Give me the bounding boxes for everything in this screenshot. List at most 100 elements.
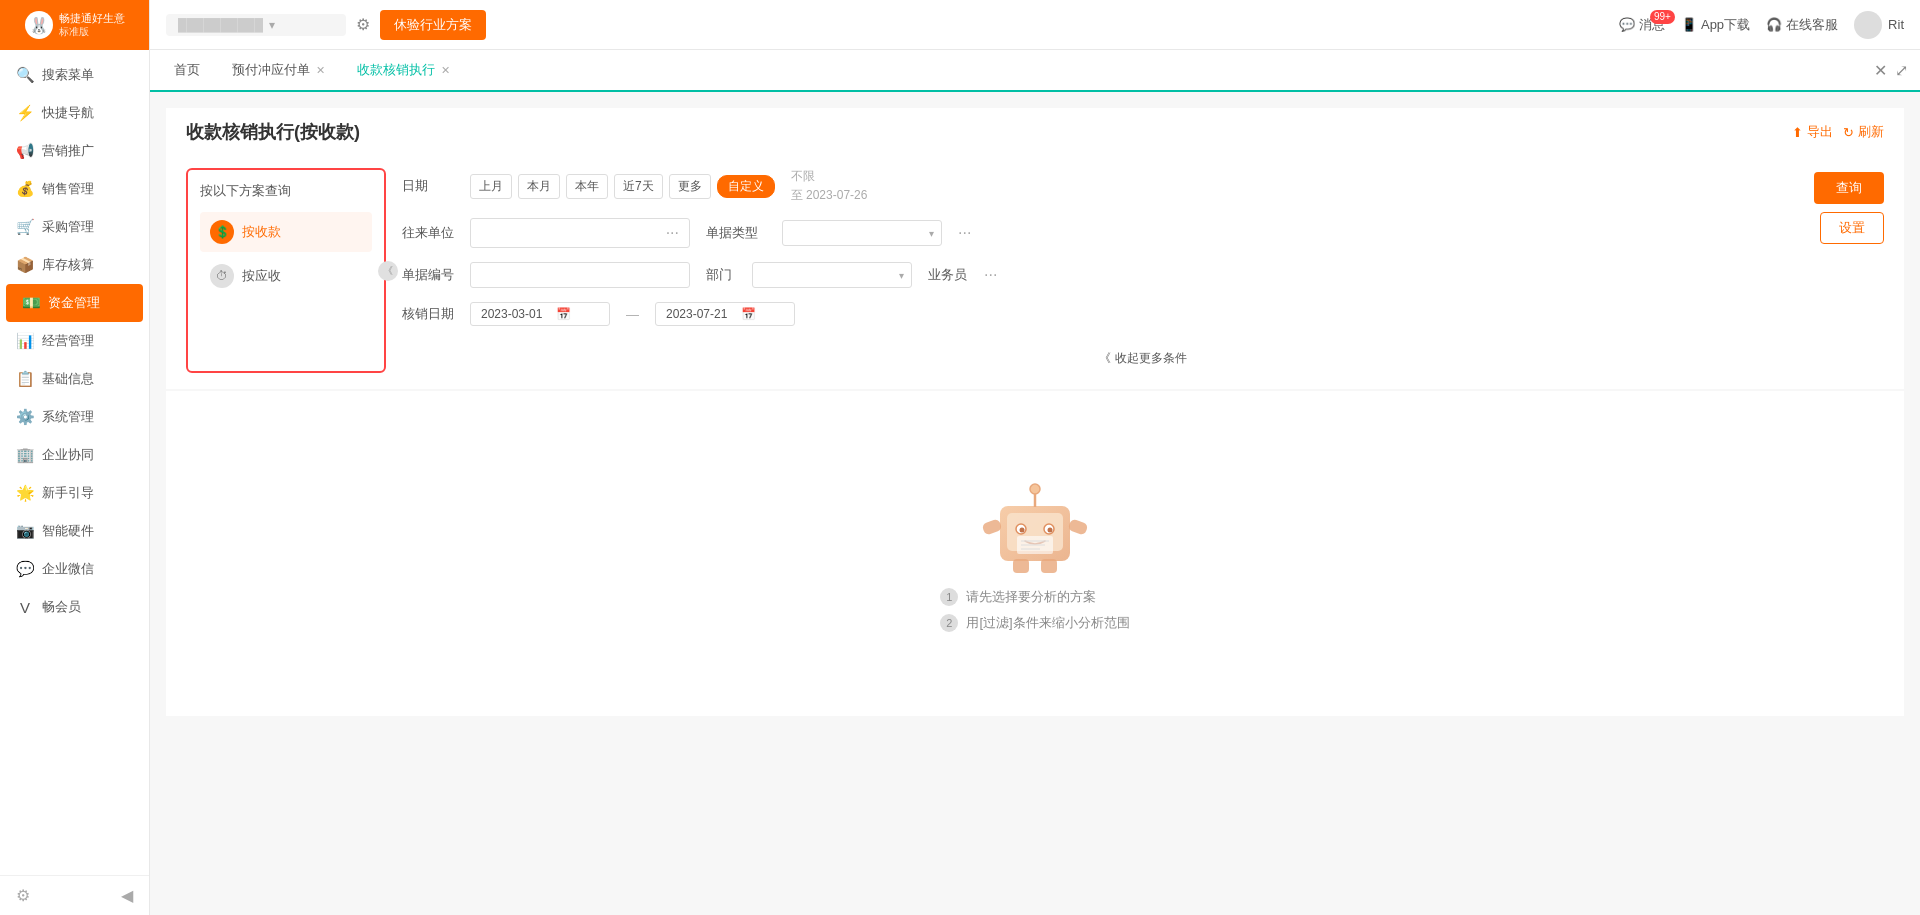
salesman-dots-btn[interactable]: ···: [984, 266, 997, 284]
tab-receipt-label: 收款核销执行: [357, 61, 435, 79]
tab-prepay-offset[interactable]: 预付冲应付单 ✕: [216, 50, 341, 92]
business-icon: 📊: [16, 332, 34, 350]
dept-select[interactable]: [752, 262, 912, 288]
receivable-scheme-icon: ⏱: [210, 264, 234, 288]
collapse-more-label: 收起更多条件: [1115, 350, 1187, 367]
filter-row-date: 日期 上月 本月 本年 近7天 更多 自定义 不限 至: [402, 168, 1782, 204]
svg-rect-7: [1067, 518, 1088, 535]
sidebar-item-business[interactable]: 📊 经营管理: [0, 322, 149, 360]
message-icon: 💬: [1619, 17, 1635, 32]
member-label: 畅会员: [42, 598, 81, 616]
last-7days-btn[interactable]: 近7天: [614, 174, 663, 199]
purchase-label: 采购管理: [42, 218, 94, 236]
app-logo: 🐰 畅捷通好生意 标准版: [0, 0, 149, 50]
doc-type-select-wrap: [782, 220, 942, 246]
filter-by-receipt[interactable]: 💲 按收款: [200, 212, 372, 252]
partner-label: 往来单位: [402, 224, 454, 242]
smart-hw-label: 智能硬件: [42, 522, 94, 540]
quick-nav-icon: ⚡: [16, 104, 34, 122]
sidebar-item-wechat[interactable]: 💬 企业微信: [0, 550, 149, 588]
setting-button[interactable]: 设置: [1820, 212, 1884, 244]
query-button[interactable]: 查询: [1814, 172, 1884, 204]
filter-action-col: 查询 设置: [1794, 172, 1884, 244]
sidebar-item-purchase[interactable]: 🛒 采购管理: [0, 208, 149, 246]
export-button[interactable]: ⬆ 导出: [1792, 123, 1833, 141]
hint-text-1: 请先选择要分析的方案: [966, 584, 1096, 610]
collapse-more-btn[interactable]: 《 收起更多条件: [402, 344, 1884, 373]
search-menu-icon: 🔍: [16, 66, 34, 84]
header-search-area[interactable]: ██████████ ▾: [166, 14, 346, 36]
calendar-start-icon[interactable]: 📅: [556, 307, 571, 321]
chevron-down-icon: ▾: [269, 18, 275, 32]
verify-date-start-picker[interactable]: 2023-03-01 📅: [470, 302, 610, 326]
empty-hint-1: 1 请先选择要分析的方案: [940, 584, 1129, 610]
empty-illustration: [975, 471, 1095, 584]
filter-by-receivable[interactable]: ⏱ 按应收: [200, 256, 372, 296]
quick-nav-label: 快捷导航: [42, 104, 94, 122]
partner-dots-btn[interactable]: ···: [666, 224, 679, 242]
doc-type-select[interactable]: [782, 220, 942, 246]
purchase-icon: 🛒: [16, 218, 34, 236]
sidebar-item-marketing[interactable]: 📢 营销推广: [0, 132, 149, 170]
filter-row-docno: 单据编号 部门 业务员 ···: [402, 262, 1782, 288]
collapse-up-icon: 《: [1099, 350, 1111, 367]
sidebar-item-finance[interactable]: 💵 资金管理: [6, 284, 143, 322]
export-icon: ⬆: [1792, 125, 1803, 140]
tab-receipt-offset[interactable]: 收款核销执行 ✕: [341, 50, 466, 92]
last-month-btn[interactable]: 上月: [470, 174, 512, 199]
collapse-icon[interactable]: ◀: [121, 886, 133, 905]
date-separator: —: [626, 307, 639, 322]
filter-sidebar-collapse-btn[interactable]: 《: [378, 261, 398, 281]
user-menu[interactable]: Rit: [1854, 11, 1904, 39]
verify-start-value: 2023-03-01: [481, 307, 542, 321]
docno-input[interactable]: [481, 268, 679, 282]
solution-button[interactable]: 休验行业方案: [380, 10, 486, 40]
sidebar-item-system[interactable]: ⚙️ 系统管理: [0, 398, 149, 436]
app-download-button[interactable]: 📱 App下载: [1681, 16, 1750, 34]
this-year-btn[interactable]: 本年: [566, 174, 608, 199]
partner-input[interactable]: [481, 226, 666, 240]
sidebar-item-corp[interactable]: 🏢 企业协同: [0, 436, 149, 474]
sidebar-item-member[interactable]: V 畅会员: [0, 588, 149, 626]
settings-icon[interactable]: ⚙: [16, 886, 30, 905]
logo-text: 畅捷通好生意: [59, 11, 125, 25]
tab-close-all-icon[interactable]: ✕: [1874, 61, 1887, 80]
hint-num-1: 1: [940, 588, 958, 606]
date-unlimited: 不限: [791, 168, 868, 185]
department-label: 部门: [706, 266, 736, 284]
empty-hint-2: 2 用[过滤]条件来缩小分析范围: [940, 610, 1129, 636]
smart-hw-icon: 📷: [16, 522, 34, 540]
doc-type-dots-btn[interactable]: ···: [958, 224, 971, 242]
more-date-btn[interactable]: 更多: [669, 174, 711, 199]
tab-expand-icon[interactable]: ⤢: [1895, 61, 1908, 80]
tab-prepay-close[interactable]: ✕: [316, 64, 325, 77]
sidebar-item-inventory[interactable]: 📦 库存核算: [0, 246, 149, 284]
newbie-icon: 🌟: [16, 484, 34, 502]
sidebar-item-sales[interactable]: 💰 销售管理: [0, 170, 149, 208]
filter-scheme-title: 按以下方案查询: [200, 182, 372, 200]
verify-date-end-picker[interactable]: 2023-07-21 📅: [655, 302, 795, 326]
basic-info-label: 基础信息: [42, 370, 94, 388]
date-buttons: 上月 本月 本年 近7天 更多 自定义: [470, 174, 775, 199]
refresh-button[interactable]: ↻ 刷新: [1843, 123, 1884, 141]
page-title-bar: 收款核销执行(按收款) ⬆ 导出 ↻ 刷新: [166, 108, 1904, 152]
messages-button[interactable]: 💬 消息 99+: [1619, 16, 1665, 34]
gear-icon[interactable]: ⚙: [356, 15, 370, 34]
refresh-icon: ↻: [1843, 125, 1854, 140]
search-menu-label: 搜索菜单: [42, 66, 94, 84]
custom-date-btn[interactable]: 自定义: [717, 175, 775, 198]
sidebar-item-smart-hw[interactable]: 📷 智能硬件: [0, 512, 149, 550]
tab-receipt-close[interactable]: ✕: [441, 64, 450, 77]
online-service-button[interactable]: 🎧 在线客服: [1766, 16, 1838, 34]
sidebar-item-quick-nav[interactable]: ⚡ 快捷导航: [0, 94, 149, 132]
calendar-end-icon[interactable]: 📅: [741, 307, 756, 321]
tab-home[interactable]: 首页: [158, 50, 216, 92]
sidebar-item-newbie[interactable]: 🌟 新手引导: [0, 474, 149, 512]
verify-end-value: 2023-07-21: [666, 307, 727, 321]
sidebar-item-basic-info[interactable]: 📋 基础信息: [0, 360, 149, 398]
sidebar-item-search-menu[interactable]: 🔍 搜索菜单: [0, 56, 149, 94]
this-month-btn[interactable]: 本月: [518, 174, 560, 199]
finance-label: 资金管理: [48, 294, 100, 312]
marketing-icon: 📢: [16, 142, 34, 160]
filter-scheme-panel: 按以下方案查询 💲 按收款 ⏱ 按应收 《: [186, 168, 386, 373]
